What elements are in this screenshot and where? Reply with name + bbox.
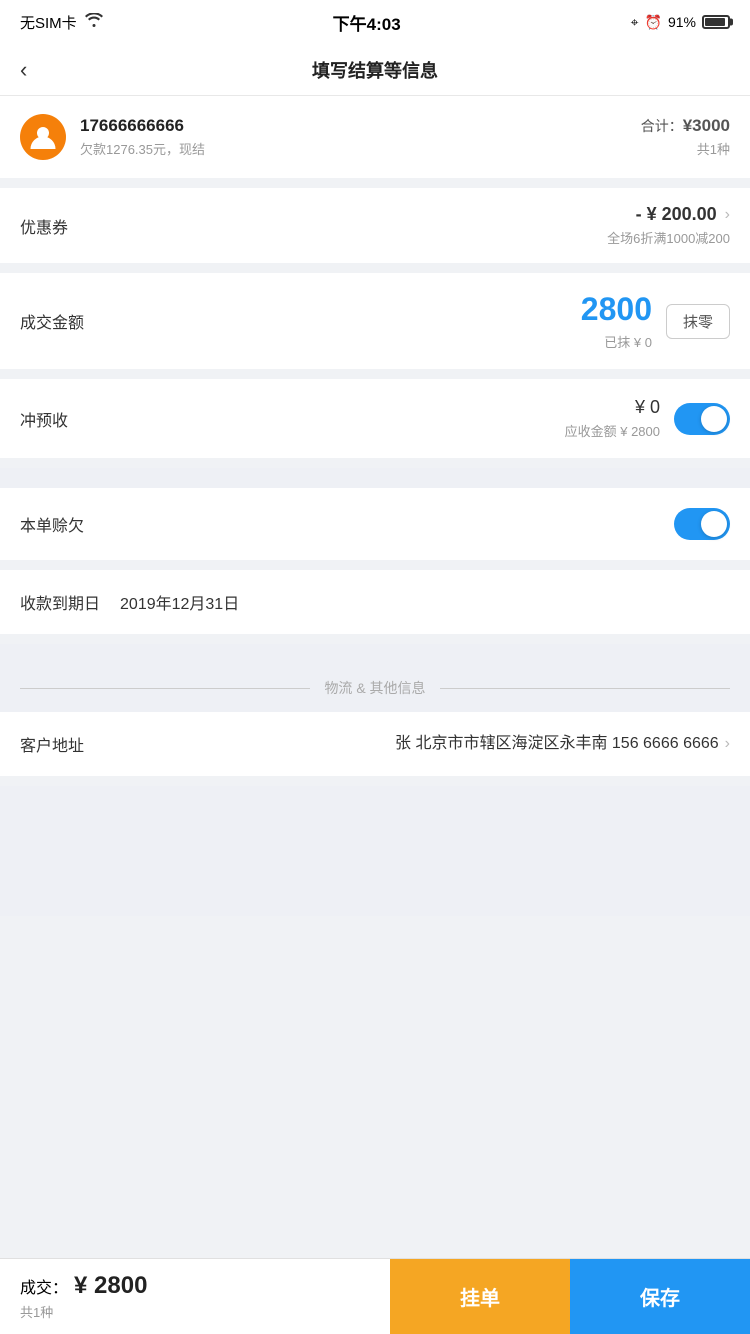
total-count: 共1种 [641, 139, 730, 158]
coupon-right: - ¥ 200.00 › 全场6折满1000减200 [607, 204, 730, 247]
status-left: 无SIM卡 [20, 12, 103, 33]
address-value: 张 北京市市辖区海淀区永丰南 156 6666 6666 [395, 732, 719, 756]
avatar [20, 114, 66, 160]
save-button[interactable]: 保存 [570, 1259, 750, 1334]
amount-right: 2800 已抹 ¥ 0 抹零 [581, 291, 730, 351]
customer-left: 17666666666 欠款1276.35元，现结 [20, 114, 205, 160]
customer-info: 17666666666 欠款1276.35元，现结 [80, 116, 205, 158]
customer-subtext: 欠款1276.35元，现结 [80, 139, 205, 158]
spacer-2 [0, 644, 750, 664]
coupon-discount: - ¥ 200.00 [636, 204, 717, 225]
duedate-row: 收款到期日 2019年12月31日 [20, 570, 730, 634]
prepay-right: ¥ 0 应收金额 ¥ 2800 [565, 397, 730, 440]
debit-label: 本单赊欠 [20, 512, 84, 536]
coupon-section[interactable]: 优惠券 - ¥ 200.00 › 全场6折满1000减200 [0, 188, 750, 263]
duedate-section: 收款到期日 2019年12月31日 [0, 570, 750, 634]
bottom-summary-count: 共1种 [20, 1302, 370, 1321]
amount-value: 2800 [581, 291, 652, 328]
battery-icon [702, 15, 730, 29]
address-chevron-icon: › [725, 735, 730, 753]
coupon-label: 优惠券 [20, 214, 68, 238]
prepay-row: 冲预收 ¥ 0 应收金额 ¥ 2800 [20, 379, 730, 458]
main-content: 17666666666 欠款1276.35元，现结 合计：¥3000 共1种 优… [0, 96, 750, 996]
alarm-icon: ⏰ [645, 14, 662, 31]
amount-label: 成交金额 [20, 309, 84, 333]
amount-sub: 已抹 ¥ 0 [581, 332, 652, 351]
customer-section: 17666666666 欠款1276.35元，现结 合计：¥3000 共1种 [0, 96, 750, 178]
debit-toggle-knob [701, 511, 727, 537]
address-label: 客户地址 [20, 732, 84, 756]
back-button[interactable]: ‹ [20, 49, 39, 91]
prepay-label: 冲预收 [20, 407, 68, 431]
logistics-line-right [440, 688, 730, 689]
customer-total: 合计：¥3000 共1种 [641, 116, 730, 158]
amount-value-col: 2800 已抹 ¥ 0 [581, 291, 652, 351]
debit-row: 本单赊欠 [20, 488, 730, 560]
prepay-toggle-knob [701, 406, 727, 432]
status-bar: 无SIM卡 下午4:03 ⌖ ⏰ 91% [0, 0, 750, 44]
debit-section: 本单赊欠 [0, 488, 750, 560]
bottom-summary-amount: ¥ 2800 [74, 1272, 147, 1300]
prepay-amount: ¥ 0 [565, 397, 660, 418]
address-right: 张 北京市市辖区海淀区永丰南 156 6666 6666 › [395, 732, 730, 756]
bottom-summary-label: 成交： [20, 1274, 68, 1298]
location-icon: ⌖ [631, 14, 639, 31]
duedate-label: 收款到期日 [20, 590, 100, 614]
coupon-desc: 全场6折满1000减200 [607, 228, 730, 247]
nav-bar: ‹ 填写结算等信息 [0, 44, 750, 96]
battery-percent: 91% [668, 14, 696, 30]
address-section[interactable]: 客户地址 张 北京市市辖区海淀区永丰南 156 6666 6666 › [0, 712, 750, 776]
bottom-summary-top: 成交： ¥ 2800 [20, 1272, 370, 1300]
wifi-icon [85, 13, 103, 31]
customer-phone: 17666666666 [80, 116, 205, 136]
amount-section: 成交金额 2800 已抹 ¥ 0 抹零 [0, 273, 750, 369]
prepay-sub: 应收金额 ¥ 2800 [565, 421, 660, 440]
pending-button[interactable]: 挂单 [390, 1259, 570, 1334]
carrier-text: 无SIM卡 [20, 12, 77, 33]
address-row: 客户地址 张 北京市市辖区海淀区永丰南 156 6666 6666 › [20, 712, 730, 776]
prepay-toggle[interactable] [674, 403, 730, 435]
fuzero-button[interactable]: 抹零 [666, 304, 730, 339]
total-label: 合计：¥3000 [641, 116, 730, 136]
logistics-text: 物流 & 其他信息 [310, 678, 439, 698]
status-right: ⌖ ⏰ 91% [631, 14, 730, 31]
spacer-1 [0, 468, 750, 488]
prepay-section: 冲预收 ¥ 0 应收金额 ¥ 2800 [0, 379, 750, 458]
logistics-divider: 物流 & 其他信息 [0, 664, 750, 712]
amount-row: 成交金额 2800 已抹 ¥ 0 抹零 [20, 273, 730, 369]
status-time: 下午4:03 [333, 10, 401, 35]
logistics-line-left [20, 688, 310, 689]
bottom-summary: 成交： ¥ 2800 共1种 [0, 1272, 390, 1321]
page-title: 填写结算等信息 [312, 57, 438, 83]
debit-toggle[interactable] [674, 508, 730, 540]
bottom-bar: 成交： ¥ 2800 共1种 挂单 保存 [0, 1258, 750, 1334]
prepay-amount-col: ¥ 0 应收金额 ¥ 2800 [565, 397, 660, 440]
duedate-value: 2019年12月31日 [120, 590, 239, 614]
spacer-large [0, 786, 750, 916]
coupon-chevron-icon: › [725, 206, 730, 224]
